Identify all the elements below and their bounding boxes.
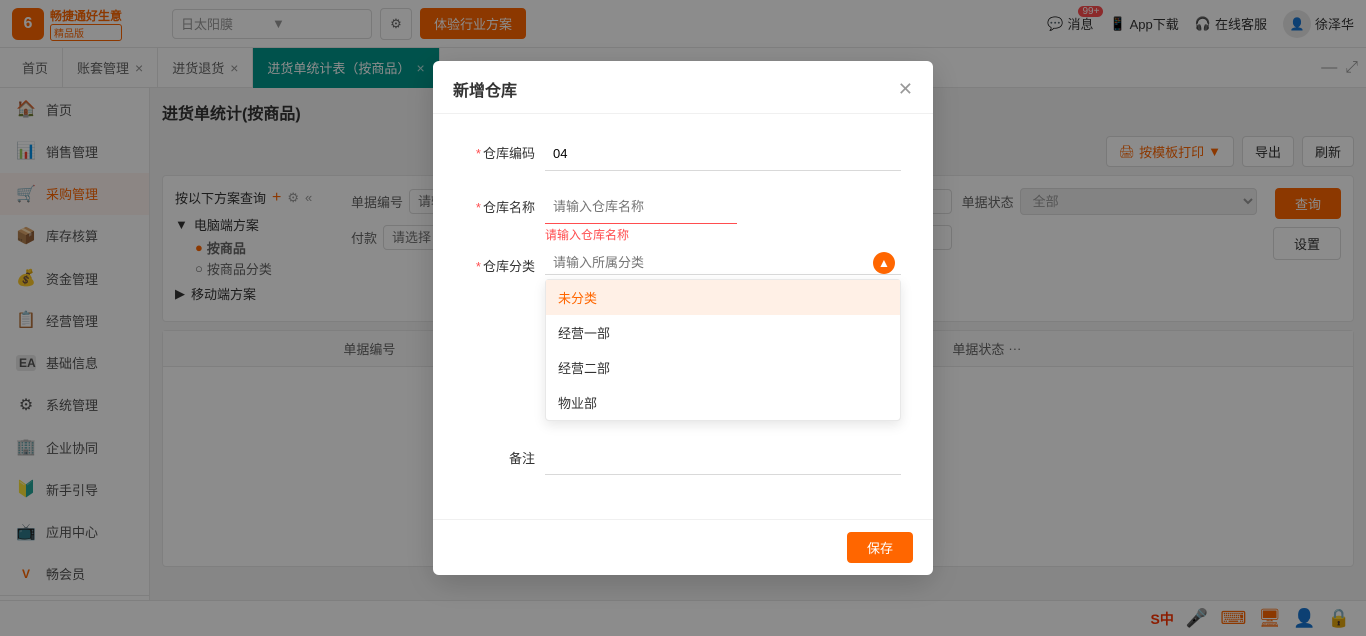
dropdown-item-none[interactable]: 未分类 — [546, 280, 900, 315]
warehouse-name-error: 请输入仓库名称 — [545, 226, 629, 243]
form-row-name: 仓库名称 请输入仓库名称 — [465, 191, 901, 243]
modal-body: 仓库编码 仓库名称 请输入仓库名称 仓库分类 ▲ 未分类 — [433, 114, 933, 519]
category-dropdown: 未分类 经营一部 经营二部 物业部 — [545, 279, 901, 421]
form-row-code: 仓库编码 — [465, 138, 901, 171]
form-row-remark: 备注 — [465, 443, 901, 475]
modal-overlay: 新增仓库 ✕ 仓库编码 仓库名称 请输入仓库名称 仓库分类 — [0, 0, 1366, 636]
warehouse-remark-input[interactable] — [545, 443, 901, 475]
form-row-category: 仓库分类 ▲ 未分类 经营一部 经营二部 物业部 — [465, 251, 901, 283]
form-label-category: 仓库分类 — [465, 251, 545, 283]
modal-close-button[interactable]: ✕ — [898, 80, 913, 98]
warehouse-category-input[interactable] — [545, 251, 901, 275]
warehouse-name-input[interactable] — [545, 191, 737, 224]
category-select-wrap: ▲ 未分类 经营一部 经营二部 物业部 — [545, 251, 901, 275]
form-label-code: 仓库编码 — [465, 138, 545, 170]
modal-add-warehouse: 新增仓库 ✕ 仓库编码 仓库名称 请输入仓库名称 仓库分类 — [433, 61, 933, 575]
dropdown-item-op2[interactable]: 经营二部 — [546, 350, 900, 385]
modal-header: 新增仓库 ✕ — [433, 61, 933, 114]
category-toggle-icon[interactable]: ▲ — [873, 252, 895, 274]
modal-footer: 保存 — [433, 519, 933, 575]
modal-title: 新增仓库 — [453, 77, 517, 101]
save-button[interactable]: 保存 — [847, 532, 913, 563]
dropdown-item-op1[interactable]: 经营一部 — [546, 315, 900, 350]
form-label-name: 仓库名称 — [465, 192, 545, 224]
dropdown-item-op3[interactable]: 物业部 — [546, 385, 900, 420]
form-label-remark: 备注 — [465, 443, 545, 475]
warehouse-code-input[interactable] — [545, 138, 901, 171]
